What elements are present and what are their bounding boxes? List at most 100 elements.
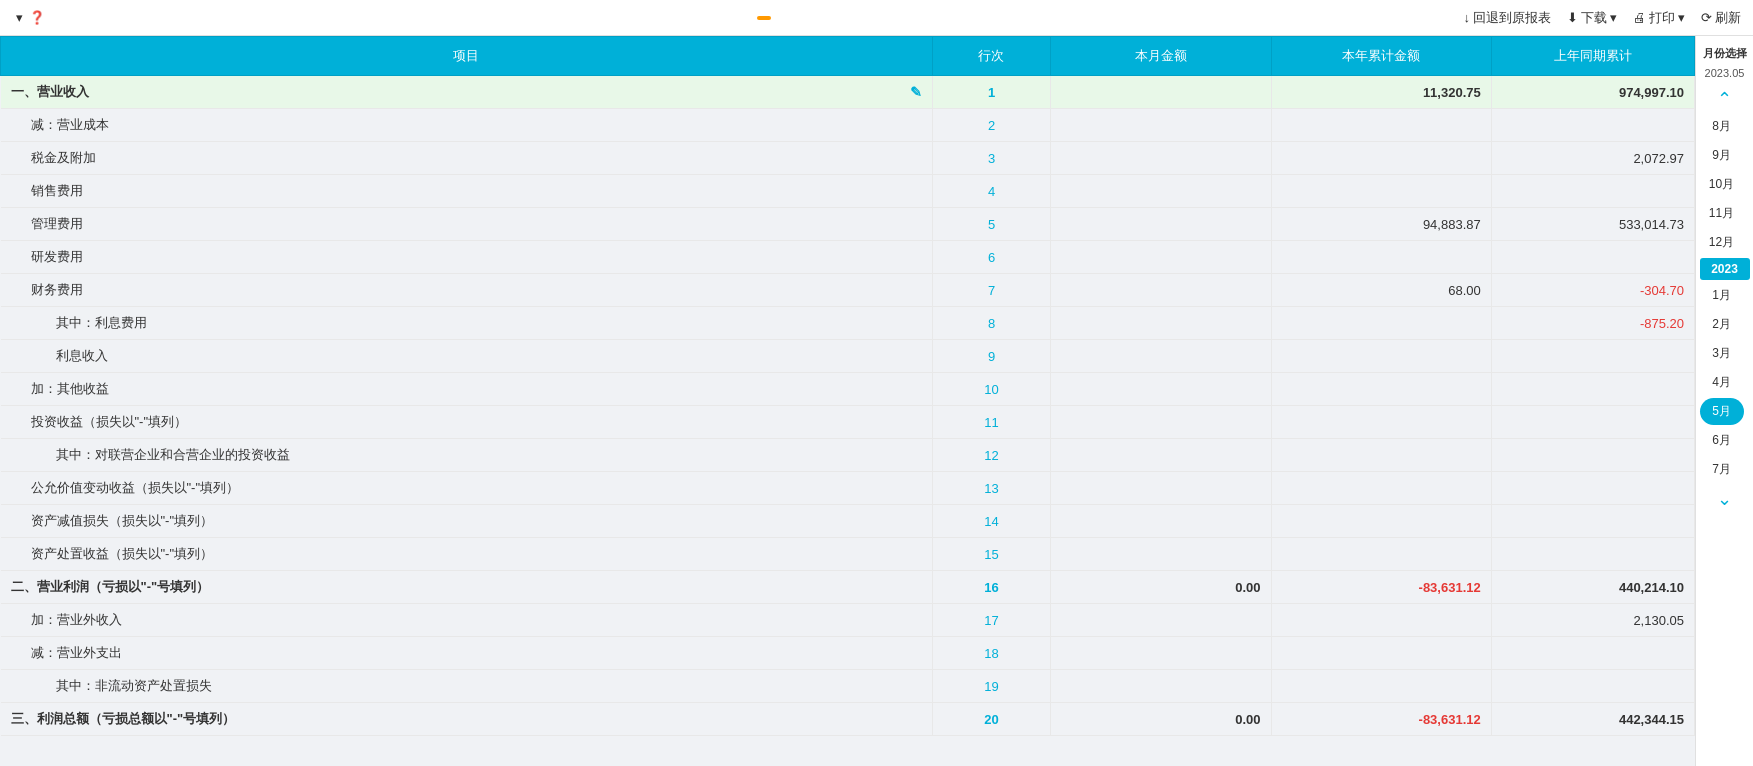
month-item[interactable]: 11月	[1700, 200, 1744, 227]
cell-item: 二、营业利润（亏损以"-"号填列）	[1, 571, 933, 604]
item-label: 加：其他收益	[31, 381, 109, 396]
cell-rownum: 4	[932, 175, 1051, 208]
year-display: 2023.05	[1705, 67, 1745, 79]
cell-month	[1051, 307, 1271, 340]
cell-prev	[1491, 241, 1694, 274]
item-label: 资产减值损失（损失以"-"填列）	[31, 513, 214, 528]
cell-month	[1051, 109, 1271, 142]
cell-item: 加：其他收益	[1, 373, 933, 406]
cell-rownum[interactable]: 14	[932, 505, 1051, 538]
edit-icon[interactable]: ✎	[910, 84, 922, 100]
item-label: 公允价值变动收益（损失以"-"填列）	[31, 480, 240, 495]
cell-rownum[interactable]: 15	[932, 538, 1051, 571]
cell-month	[1051, 439, 1271, 472]
cell-month	[1051, 340, 1271, 373]
cell-rownum: 1	[932, 76, 1051, 109]
cell-prev: 2,130.05	[1491, 604, 1694, 637]
cell-year	[1271, 109, 1491, 142]
item-label: 减：营业外支出	[31, 645, 122, 660]
table-row: 财务费用768.00-304.70	[1, 274, 1695, 307]
cell-item: 加：营业外收入	[1, 604, 933, 637]
col-year: 本年累计金额	[1271, 37, 1491, 76]
cell-item: 研发费用	[1, 241, 933, 274]
item-label: 研发费用	[31, 249, 83, 264]
cell-item: 一、营业收入✎	[1, 76, 933, 109]
cell-rownum: 16	[932, 571, 1051, 604]
item-label: 利息收入	[56, 348, 108, 363]
cell-rownum: 5	[932, 208, 1051, 241]
table-row: 二、营业利润（亏损以"-"号填列）160.00-83,631.12440,214…	[1, 571, 1695, 604]
cell-prev	[1491, 670, 1694, 703]
table-row: 减：营业外支出18	[1, 637, 1695, 670]
month-item[interactable]: 2月	[1700, 311, 1744, 338]
cell-prev	[1491, 439, 1694, 472]
cell-prev	[1491, 472, 1694, 505]
top-bar: ▾ ❓ ↓ 回退到原报表 ⬇ 下载 ▾ 🖨 打印 ▾ ⟳ 刷新	[0, 0, 1753, 36]
month-item[interactable]: 12月	[1700, 229, 1744, 256]
help-icon[interactable]: ❓	[29, 10, 45, 25]
table-row: 其中：利息费用8-875.20	[1, 307, 1695, 340]
cell-prev	[1491, 175, 1694, 208]
cell-month	[1051, 208, 1271, 241]
month-item[interactable]: 9月	[1700, 142, 1744, 169]
month-item[interactable]: 4月	[1700, 369, 1744, 396]
month-list: 8月9月10月11月12月20231月2月3月4月5月6月7月	[1700, 113, 1750, 485]
download-label: 下载	[1581, 9, 1607, 27]
table-row: 公允价值变动收益（损失以"-"填列） 13	[1, 472, 1695, 505]
refresh-button[interactable]: ⟳ 刷新	[1701, 9, 1741, 27]
table-row: 管理费用594,883.87533,014.73	[1, 208, 1695, 241]
cell-year	[1271, 604, 1491, 637]
cell-rownum[interactable]: 10	[932, 373, 1051, 406]
month-item[interactable]: 7月	[1700, 456, 1744, 483]
cell-month	[1051, 604, 1271, 637]
year-badge[interactable]: 2023	[1700, 258, 1750, 280]
table-row: 其中：对联营企业和合营企业的投资收益12	[1, 439, 1695, 472]
cell-item: 投资收益（损失以"-"填列）	[1, 406, 933, 439]
month-up-arrow[interactable]: ⌃	[1714, 85, 1735, 113]
cell-year	[1271, 307, 1491, 340]
month-item[interactable]: 1月	[1700, 282, 1744, 309]
cell-prev	[1491, 505, 1694, 538]
col-item: 项目	[1, 37, 933, 76]
month-item[interactable]: 8月	[1700, 113, 1744, 140]
table-row: 一、营业收入✎111,320.75974,997.10	[1, 76, 1695, 109]
download-arrow-icon: ▾	[1610, 10, 1617, 25]
month-item[interactable]: 10月	[1700, 171, 1744, 198]
item-label: 三、利润总额（亏损总额以"-"号填列）	[11, 711, 236, 726]
download-button[interactable]: ⬇ 下载 ▾	[1567, 9, 1617, 27]
cell-month	[1051, 241, 1271, 274]
table-row: 销售费用4	[1, 175, 1695, 208]
cell-year	[1271, 670, 1491, 703]
item-label: 加：营业外收入	[31, 612, 122, 627]
cell-month	[1051, 637, 1271, 670]
cell-month	[1051, 76, 1271, 109]
cell-rownum: 3	[932, 142, 1051, 175]
print-button[interactable]: 🖨 打印 ▾	[1633, 9, 1685, 27]
cell-rownum: 8	[932, 307, 1051, 340]
cell-year	[1271, 241, 1491, 274]
month-item[interactable]: 5月	[1700, 398, 1744, 425]
cell-item: 三、利润总额（亏损总额以"-"号填列）	[1, 703, 933, 736]
month-item[interactable]: 3月	[1700, 340, 1744, 367]
cell-rownum: 12	[932, 439, 1051, 472]
cell-rownum[interactable]: 13	[932, 472, 1051, 505]
item-label: 其中：利息费用	[56, 315, 147, 330]
cell-year: 94,883.87	[1271, 208, 1491, 241]
cell-year	[1271, 175, 1491, 208]
cell-rownum: 20	[932, 703, 1051, 736]
month-down-arrow[interactable]: ⌄	[1714, 485, 1735, 513]
cell-prev	[1491, 340, 1694, 373]
month-item[interactable]: 6月	[1700, 427, 1744, 454]
scope-dropdown[interactable]: ▾	[12, 10, 23, 25]
cell-month	[1051, 670, 1271, 703]
cell-rownum[interactable]: 11	[932, 406, 1051, 439]
cell-month	[1051, 373, 1271, 406]
cell-year	[1271, 373, 1491, 406]
cell-rownum: 19	[932, 670, 1051, 703]
cell-prev: 974,997.10	[1491, 76, 1694, 109]
cell-item: 资产减值损失（损失以"-"填列）	[1, 505, 933, 538]
back-button[interactable]: ↓ 回退到原报表	[1464, 9, 1552, 27]
cell-year: 68.00	[1271, 274, 1491, 307]
table-row: 税金及附加32,072.97	[1, 142, 1695, 175]
table-row: 加：其他收益 10	[1, 373, 1695, 406]
